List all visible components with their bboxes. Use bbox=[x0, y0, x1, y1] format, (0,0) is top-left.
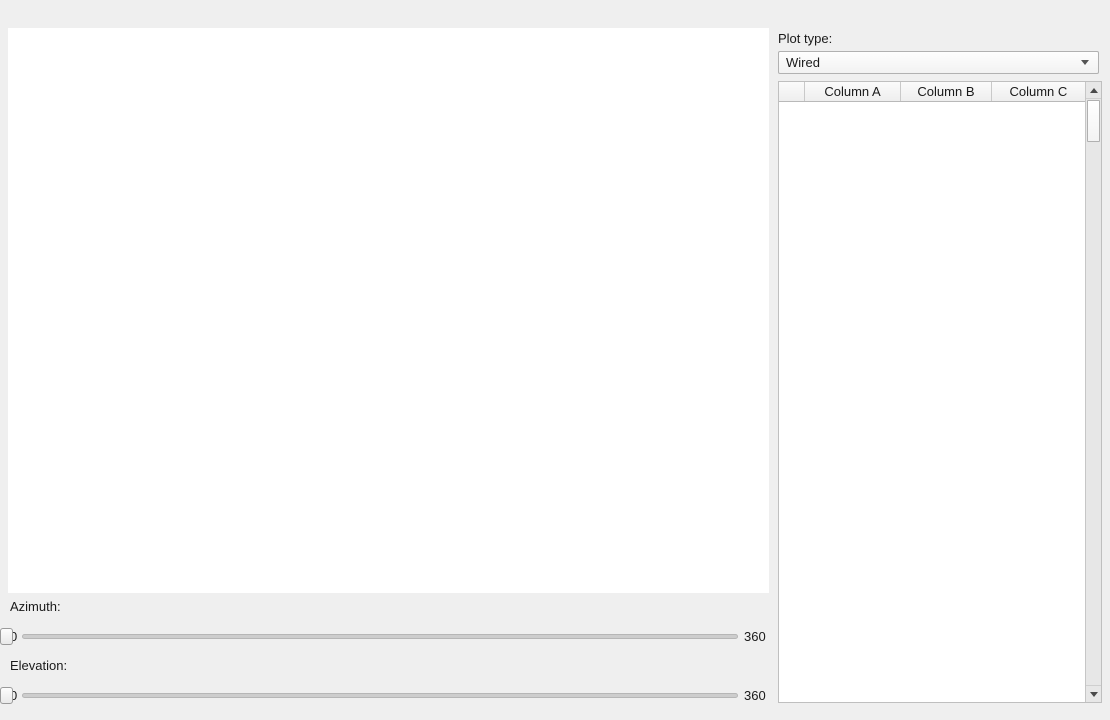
table-header: Column A Column B Column C bbox=[779, 82, 1085, 102]
arrow-down-icon bbox=[1090, 692, 1098, 697]
azimuth-slider-handle[interactable] bbox=[0, 628, 13, 645]
plot-type-label: Plot type: bbox=[778, 31, 832, 46]
header-cell-column-a[interactable]: Column A bbox=[805, 82, 901, 101]
window: Plot type: Wired Column A Column B Colum… bbox=[0, 0, 1110, 720]
chevron-down-icon bbox=[1081, 60, 1089, 65]
table-main: Column A Column B Column C bbox=[779, 82, 1085, 702]
table-vertical-scrollbar[interactable] bbox=[1085, 82, 1101, 702]
elevation-slider-handle[interactable] bbox=[0, 687, 13, 704]
menu-bar bbox=[0, 0, 1110, 20]
plot-type-value: Wired bbox=[779, 55, 1081, 70]
scroll-down-button[interactable] bbox=[1086, 685, 1101, 702]
header-cell-column-b[interactable]: Column B bbox=[901, 82, 991, 101]
data-table: Column A Column B Column C bbox=[778, 81, 1102, 703]
header-cell-column-c[interactable]: Column C bbox=[992, 82, 1085, 101]
plot-type-select[interactable]: Wired bbox=[778, 51, 1099, 74]
azimuth-label: Azimuth: bbox=[10, 599, 61, 614]
figure-canvas[interactable] bbox=[8, 28, 769, 593]
3d-wireframe-plot[interactable] bbox=[8, 28, 769, 593]
elevation-max-label: 360 bbox=[744, 688, 766, 703]
azimuth-max-label: 360 bbox=[744, 629, 766, 644]
header-cell-corner[interactable] bbox=[779, 82, 805, 101]
scroll-up-button[interactable] bbox=[1086, 82, 1101, 99]
elevation-slider[interactable] bbox=[22, 693, 738, 698]
scrollbar-thumb[interactable] bbox=[1087, 100, 1100, 142]
arrow-up-icon bbox=[1090, 88, 1098, 93]
azimuth-slider[interactable] bbox=[22, 634, 738, 639]
elevation-label: Elevation: bbox=[10, 658, 67, 673]
